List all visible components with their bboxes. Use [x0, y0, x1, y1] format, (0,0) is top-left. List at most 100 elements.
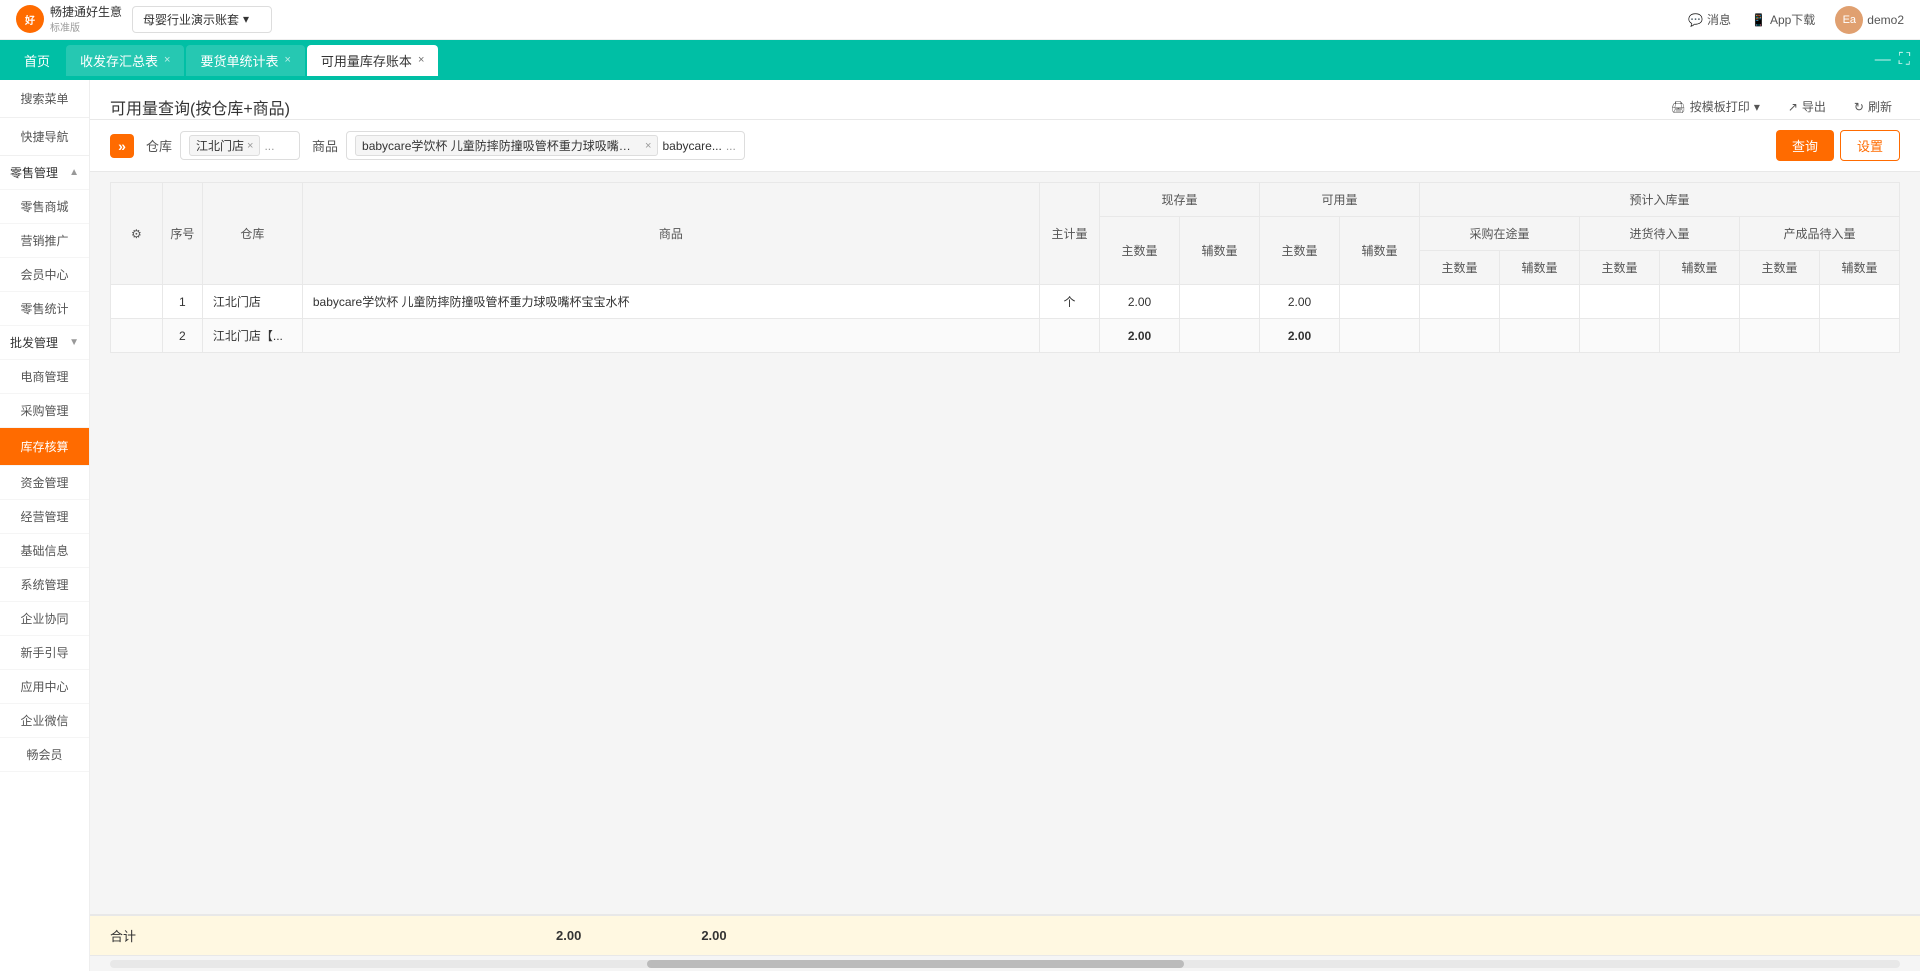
- tab-orders-label: 要货单统计表: [200, 51, 278, 70]
- product-tag-remove[interactable]: ×: [645, 140, 651, 152]
- th-unit: 主计量: [1040, 183, 1100, 285]
- maximize-icon[interactable]: ⛶: [1899, 51, 1910, 69]
- top-bar-left: 好 畅捷通好生意 标准版 母婴行业演示账套 ▾: [16, 5, 272, 34]
- tab-home[interactable]: 首页: [10, 45, 64, 76]
- sub-no: 2: [162, 319, 202, 353]
- print-label: 按模板打印: [1690, 98, 1750, 115]
- retail-management-label: 零售管理: [10, 164, 58, 181]
- basics-label: 基础信息: [20, 544, 68, 558]
- sidebar-item-enterprise[interactable]: 企业协同: [0, 602, 89, 636]
- sidebar-item-retail-stats[interactable]: 零售统计: [0, 292, 89, 326]
- refresh-label: 刷新: [1868, 98, 1892, 115]
- warehouse-tag-container[interactable]: 江北门店 × ...: [180, 131, 300, 160]
- sidebar-item-basics[interactable]: 基础信息: [0, 534, 89, 568]
- avatar: Ea: [1835, 6, 1863, 34]
- th-stock-main: 主数量: [1100, 217, 1180, 285]
- refresh-btn[interactable]: ↻ 刷新: [1846, 94, 1900, 119]
- account-selector[interactable]: 母婴行业演示账套 ▾: [132, 6, 272, 33]
- scrollbar-track[interactable]: [110, 960, 1900, 968]
- th-avail-main: 主数量: [1260, 217, 1340, 285]
- nav-right-buttons: — ⛶: [1875, 51, 1910, 69]
- search-menu-btn[interactable]: 搜索菜单: [0, 80, 89, 118]
- th-current-stock-group: 现存量: [1100, 183, 1260, 217]
- quick-nav-label: 快捷导航: [20, 130, 68, 144]
- th-warehouse: 仓库: [202, 183, 302, 285]
- print-btn[interactable]: 🖨 按模板打印 ▾: [1663, 94, 1768, 119]
- row-produced-main: [1740, 285, 1820, 319]
- th-produced-main: 主数量: [1740, 251, 1820, 285]
- product-filter-more[interactable]: ...: [726, 139, 736, 153]
- sub-incoming-main: [1580, 319, 1660, 353]
- th-gear[interactable]: ⚙: [111, 183, 163, 285]
- export-label: 导出: [1802, 98, 1826, 115]
- total-label: 合计: [110, 926, 136, 945]
- tab-receipts[interactable]: 收发存汇总表 ×: [66, 45, 184, 76]
- th-produced-aux: 辅数量: [1820, 251, 1900, 285]
- table-row: 1 江北门店 babycare学饮杯 儿童防摔防撞吸管杯重力球吸嘴杯宝宝水杯 个…: [111, 285, 1900, 319]
- sidebar-item-member[interactable]: 畅会员: [0, 738, 89, 772]
- filter-toggle-btn[interactable]: »: [110, 134, 134, 158]
- search-menu-label: 搜索菜单: [20, 92, 68, 106]
- row-produced-aux: [1820, 285, 1900, 319]
- gear-icon: ⚙: [131, 227, 142, 241]
- product-tag-more-text: babycare...: [662, 139, 721, 153]
- close-receipts-icon[interactable]: ×: [164, 54, 170, 66]
- row-no: 1: [162, 285, 202, 319]
- th-incoming-aux: 辅数量: [1660, 251, 1740, 285]
- close-orders-icon[interactable]: ×: [284, 54, 290, 66]
- warehouse-tag: 江北门店 ×: [189, 135, 260, 156]
- tab-available-stock[interactable]: 可用量库存账本 ×: [307, 45, 438, 76]
- quick-nav-btn[interactable]: 快捷导航: [0, 118, 89, 156]
- query-button[interactable]: 查询: [1776, 130, 1834, 161]
- bottom-scrollbar[interactable]: [90, 955, 1920, 971]
- sub-purchase-aux: [1500, 319, 1580, 353]
- th-stock-aux: 辅数量: [1180, 217, 1260, 285]
- chevron-down-icon: ▼: [69, 337, 79, 348]
- total-avail-main: 2.00: [701, 928, 726, 943]
- sidebar-item-marketing[interactable]: 营销推广: [0, 224, 89, 258]
- username-label: demo2: [1867, 13, 1904, 27]
- row-warehouse: 江北门店: [202, 285, 302, 319]
- settings-button[interactable]: 设置: [1840, 130, 1900, 161]
- sub-gear: [111, 319, 163, 353]
- export-btn[interactable]: ↗ 导出: [1780, 94, 1834, 119]
- sidebar-item-operations[interactable]: 经营管理: [0, 500, 89, 534]
- minimize-icon[interactable]: —: [1875, 51, 1891, 69]
- phone-icon: 📱: [1751, 13, 1766, 27]
- marketing-label: 营销推广: [20, 234, 68, 248]
- wholesale-label: 批发管理: [10, 334, 58, 351]
- sidebar-item-wechat[interactable]: 企业微信: [0, 704, 89, 738]
- warehouse-tag-remove[interactable]: ×: [247, 140, 253, 152]
- user-area[interactable]: Ea demo2: [1835, 6, 1904, 34]
- sidebar-item-newbie[interactable]: 新手引导: [0, 636, 89, 670]
- sidebar-item-inventory[interactable]: 库存核算: [0, 428, 89, 466]
- product-tag-container[interactable]: babycare学饮杯 儿童防摔防撞吸管杯重力球吸嘴杯宝宝水杯 × babyca…: [346, 131, 745, 160]
- row-purchase-aux: [1500, 285, 1580, 319]
- warehouse-filter-label: 仓库: [146, 136, 172, 155]
- content-area: 可用量查询(按仓库+商品) 🖨 按模板打印 ▾ ↗ 导出 ↻ 刷新 »: [90, 80, 1920, 971]
- warehouse-filter-more[interactable]: ...: [264, 139, 274, 153]
- sidebar-item-retail-management[interactable]: 零售管理 ▲: [0, 156, 89, 190]
- product-tag: babycare学饮杯 儿童防摔防撞吸管杯重力球吸嘴杯宝宝水杯 ×: [355, 135, 658, 156]
- sidebar-item-ecommerce[interactable]: 电商管理: [0, 360, 89, 394]
- page-header-actions: 🖨 按模板打印 ▾ ↗ 导出 ↻ 刷新: [1663, 94, 1900, 119]
- row-gear[interactable]: [111, 285, 163, 319]
- message-btn[interactable]: 💬 消息: [1688, 11, 1731, 28]
- subtotal-row: 2 江北门店【... 2.00 2.00: [111, 319, 1900, 353]
- tab-orders[interactable]: 要货单统计表 ×: [186, 45, 304, 76]
- sidebar-item-purchase[interactable]: 采购管理: [0, 394, 89, 428]
- sidebar-item-members[interactable]: 会员中心: [0, 258, 89, 292]
- app-download-btn[interactable]: 📱 App下载: [1751, 11, 1815, 28]
- main-layout: 搜索菜单 快捷导航 零售管理 ▲ 零售商城 营销推广 会员中心 零售统计 批发管…: [0, 80, 1920, 971]
- row-unit: 个: [1040, 285, 1100, 319]
- close-available-icon[interactable]: ×: [418, 54, 424, 66]
- sidebar-item-finance[interactable]: 资金管理: [0, 466, 89, 500]
- sidebar-item-system[interactable]: 系统管理: [0, 568, 89, 602]
- th-purchase-main: 主数量: [1420, 251, 1500, 285]
- scrollbar-thumb[interactable]: [647, 960, 1184, 968]
- total-stock-main: 2.00: [556, 928, 581, 943]
- th-incoming-group: 进货待入量: [1580, 217, 1740, 251]
- sidebar-item-retail-mall[interactable]: 零售商城: [0, 190, 89, 224]
- sidebar-item-app-center[interactable]: 应用中心: [0, 670, 89, 704]
- sidebar-item-wholesale-management[interactable]: 批发管理 ▼: [0, 326, 89, 360]
